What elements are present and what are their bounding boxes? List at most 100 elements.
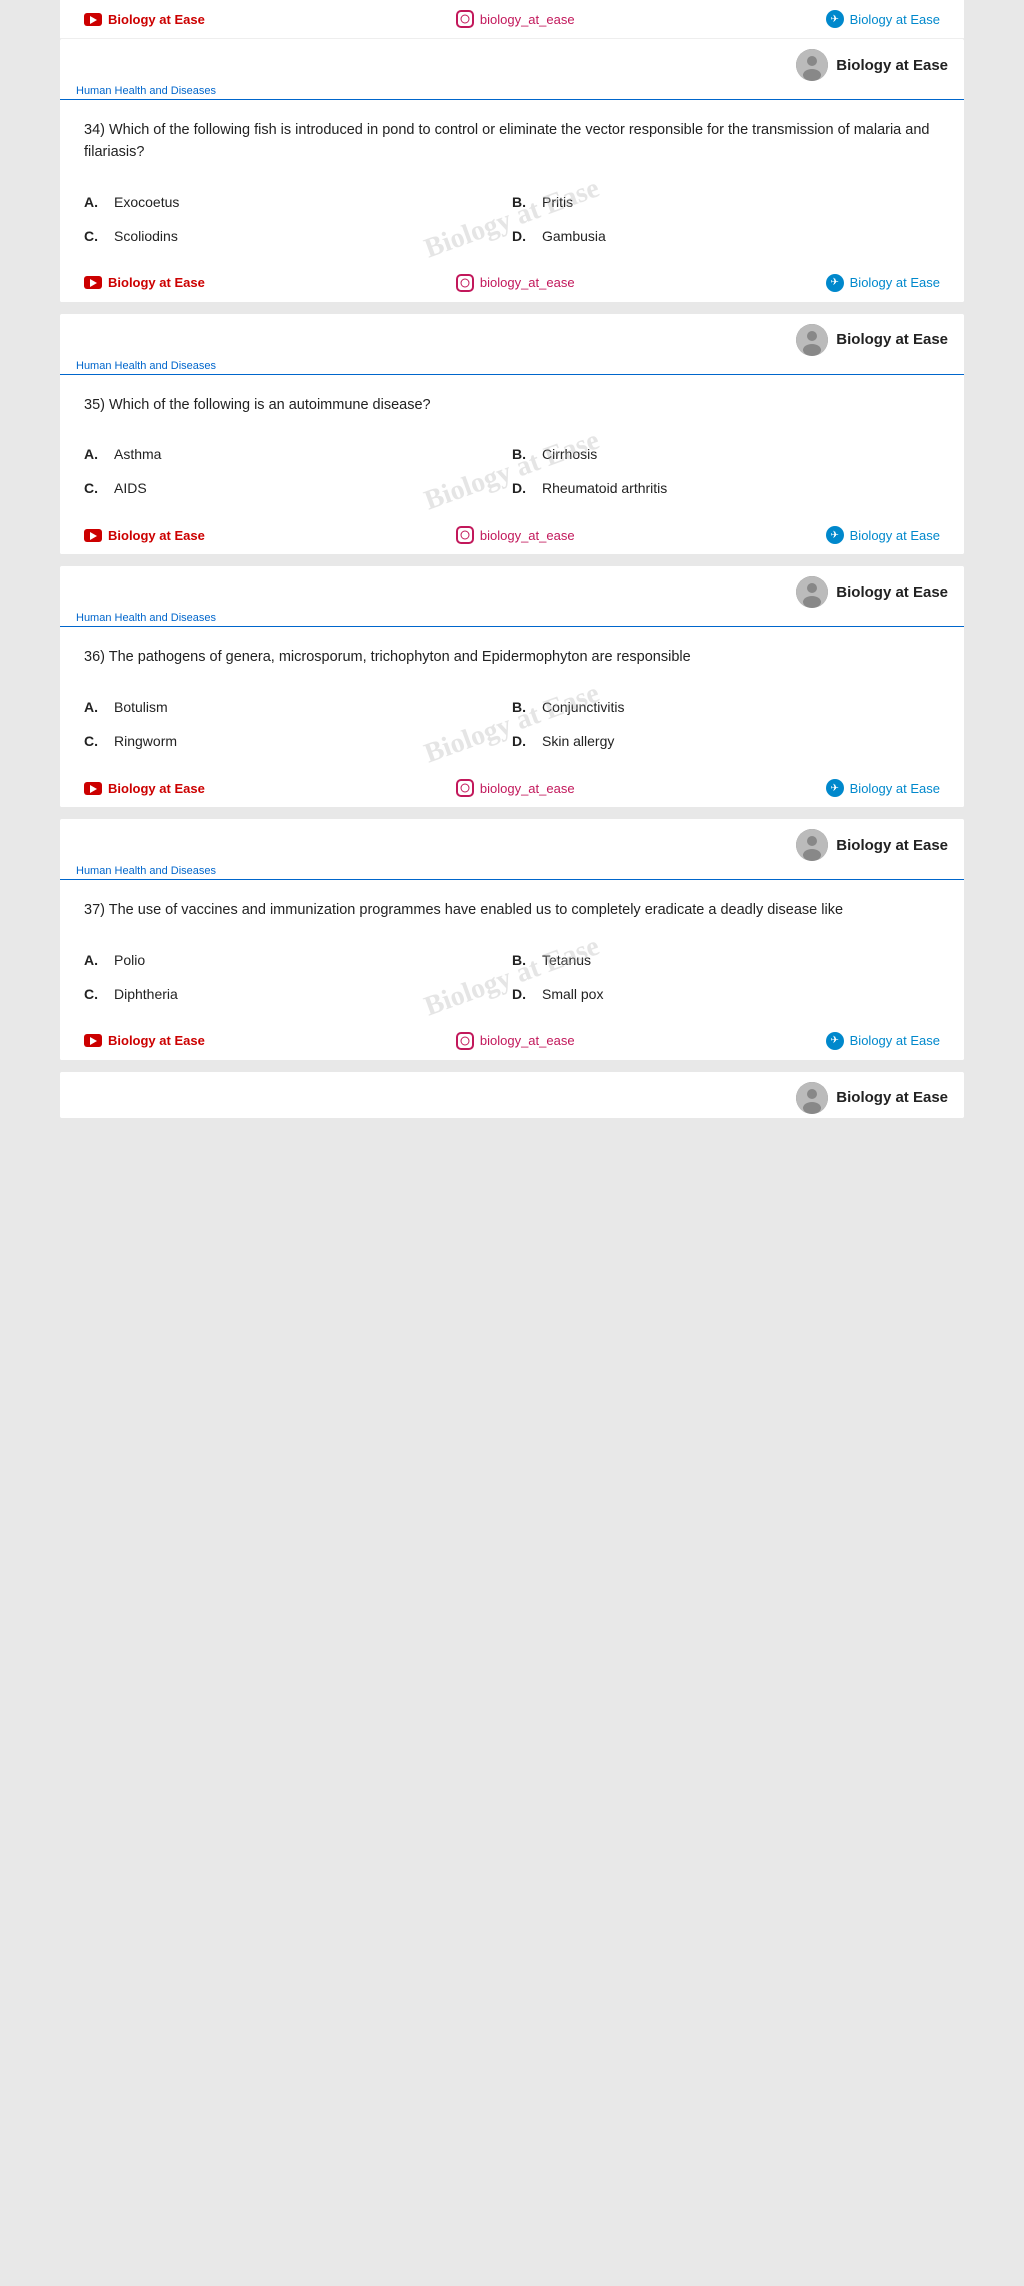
card-header-2: Biology at Ease	[60, 314, 964, 360]
option-text: Diphtheria	[114, 986, 178, 1002]
avatar	[796, 324, 828, 356]
telegram-link[interactable]: Biology at Ease	[826, 10, 940, 28]
option-text: Polio	[114, 952, 145, 968]
instagram-label: biology_at_ease	[480, 275, 575, 290]
option-letter: C.	[84, 480, 104, 496]
youtube-link[interactable]: Biology at Ease	[84, 781, 205, 796]
telegram-label: Biology at Ease	[850, 781, 940, 796]
option-2-B: B. Cirrhosis	[512, 446, 940, 462]
bottom-partial-card: Biology at Ease	[60, 1072, 964, 1118]
option-letter: B.	[512, 446, 532, 462]
instagram-link[interactable]: biology_at_ease	[456, 526, 575, 544]
options-grid-1: Biology at EaseA.ExocoetusB.PritisC.Scol…	[84, 194, 940, 244]
youtube-link[interactable]: Biology at Ease	[84, 528, 205, 543]
option-letter: D.	[512, 480, 532, 496]
question-text-1: 34) Which of the following fish is intro…	[84, 120, 940, 164]
option-text: Small pox	[542, 986, 603, 1002]
options-grid-4: Biology at EaseA.PolioB.TetanusC.Diphthe…	[84, 952, 940, 1002]
option-letter: C.	[84, 228, 104, 244]
footer-bar-4: Biology at Ease biology_at_ease Biology …	[60, 1022, 964, 1060]
option-letter: B.	[512, 194, 532, 210]
watermark: Biology at Ease	[420, 930, 603, 1023]
youtube-icon	[84, 276, 102, 289]
option-4-A: A. Polio	[84, 952, 512, 968]
option-letter: B.	[512, 952, 532, 968]
instagram-link[interactable]: biology_at_ease	[456, 1032, 575, 1050]
youtube-icon	[84, 529, 102, 542]
option-text: AIDS	[114, 480, 147, 496]
option-letter: B.	[512, 699, 532, 715]
instagram-link[interactable]: biology_at_ease	[456, 10, 575, 28]
bottom-card-header: Biology at Ease	[60, 1072, 964, 1118]
youtube-link[interactable]: Biology at Ease	[84, 275, 205, 290]
option-2-A: A.Asthma	[84, 446, 512, 462]
instagram-icon	[456, 526, 474, 544]
option-letter: C.	[84, 733, 104, 749]
option-2-D: D. Rheumatoid arthritis	[512, 480, 940, 496]
instagram-link[interactable]: biology_at_ease	[456, 274, 575, 292]
telegram-link[interactable]: Biology at Ease	[826, 274, 940, 292]
avatar	[796, 1082, 828, 1114]
youtube-link[interactable]: Biology at Ease	[84, 12, 205, 27]
instagram-label: biology_at_ease	[480, 12, 575, 27]
section-label-2: Human Health and Diseases	[60, 360, 964, 375]
section-label-4: Human Health and Diseases	[60, 865, 964, 880]
telegram-link[interactable]: Biology at Ease	[826, 779, 940, 797]
options-grid-3: Biology at EaseA.BotulismB.Conjunctiviti…	[84, 699, 940, 749]
avatar	[796, 829, 828, 861]
section-label-3: Human Health and Diseases	[60, 612, 964, 627]
option-text: Scoliodins	[114, 228, 178, 244]
option-text: Ringworm	[114, 733, 177, 749]
option-letter: D.	[512, 986, 532, 1002]
footer-bar-3: Biology at Ease biology_at_ease Biology …	[60, 769, 964, 807]
youtube-label: Biology at Ease	[108, 1033, 205, 1048]
question-card-2: Biology at Ease Human Health and Disease…	[60, 314, 964, 555]
youtube-label: Biology at Ease	[108, 528, 205, 543]
option-1-B: B.Pritis	[512, 194, 940, 210]
youtube-icon	[84, 1034, 102, 1047]
option-text: Gambusia	[542, 228, 606, 244]
watermark: Biology at Ease	[420, 172, 603, 265]
options-grid-2: Biology at EaseA.AsthmaB.CirrhosisC.AIDS…	[84, 446, 940, 496]
option-text: Rheumatoid arthritis	[542, 480, 667, 496]
telegram-icon	[826, 1032, 844, 1050]
question-text-2: 35) Which of the following is an autoimm…	[84, 395, 940, 417]
instagram-label: biology_at_ease	[480, 528, 575, 543]
telegram-label: Biology at Ease	[850, 1033, 940, 1048]
telegram-link[interactable]: Biology at Ease	[826, 1032, 940, 1050]
question-block-3: 36) The pathogens of genera, microsporum…	[60, 635, 964, 769]
question-block-1: 34) Which of the following fish is intro…	[60, 108, 964, 264]
telegram-label: Biology at Ease	[850, 528, 940, 543]
option-letter: A.	[84, 952, 104, 968]
card-header-3: Biology at Ease	[60, 566, 964, 612]
youtube-label: Biology at Ease	[108, 12, 205, 27]
option-text: Skin allergy	[542, 733, 614, 749]
option-4-C: C.Diphtheria	[84, 986, 512, 1002]
option-letter: A.	[84, 446, 104, 462]
instagram-icon	[456, 779, 474, 797]
option-4-B: B.Tetanus	[512, 952, 940, 968]
youtube-link[interactable]: Biology at Ease	[84, 1033, 205, 1048]
question-card-4: Biology at Ease Human Health and Disease…	[60, 819, 964, 1060]
option-letter: D.	[512, 733, 532, 749]
telegram-label: Biology at Ease	[850, 12, 940, 27]
option-1-D: D. Gambusia	[512, 228, 940, 244]
avatar	[796, 576, 828, 608]
telegram-link[interactable]: Biology at Ease	[826, 526, 940, 544]
youtube-label: Biology at Ease	[108, 781, 205, 796]
top-footer-bar: Biology at Ease biology_at_ease Biology …	[60, 0, 964, 39]
telegram-icon	[826, 274, 844, 292]
option-text: Cirrhosis	[542, 446, 597, 462]
section-label-1: Human Health and Diseases	[60, 85, 964, 100]
option-text: Botulism	[114, 699, 168, 715]
option-text: Exocoetus	[114, 194, 179, 210]
instagram-link[interactable]: biology_at_ease	[456, 779, 575, 797]
instagram-label: biology_at_ease	[480, 1033, 575, 1048]
telegram-icon	[826, 779, 844, 797]
avatar	[796, 49, 828, 81]
youtube-icon	[84, 782, 102, 795]
footer-bar-1: Biology at Ease biology_at_ease Biology …	[60, 264, 964, 302]
telegram-icon	[826, 10, 844, 28]
option-letter: D.	[512, 228, 532, 244]
brand-name-4: Biology at Ease	[836, 837, 948, 854]
